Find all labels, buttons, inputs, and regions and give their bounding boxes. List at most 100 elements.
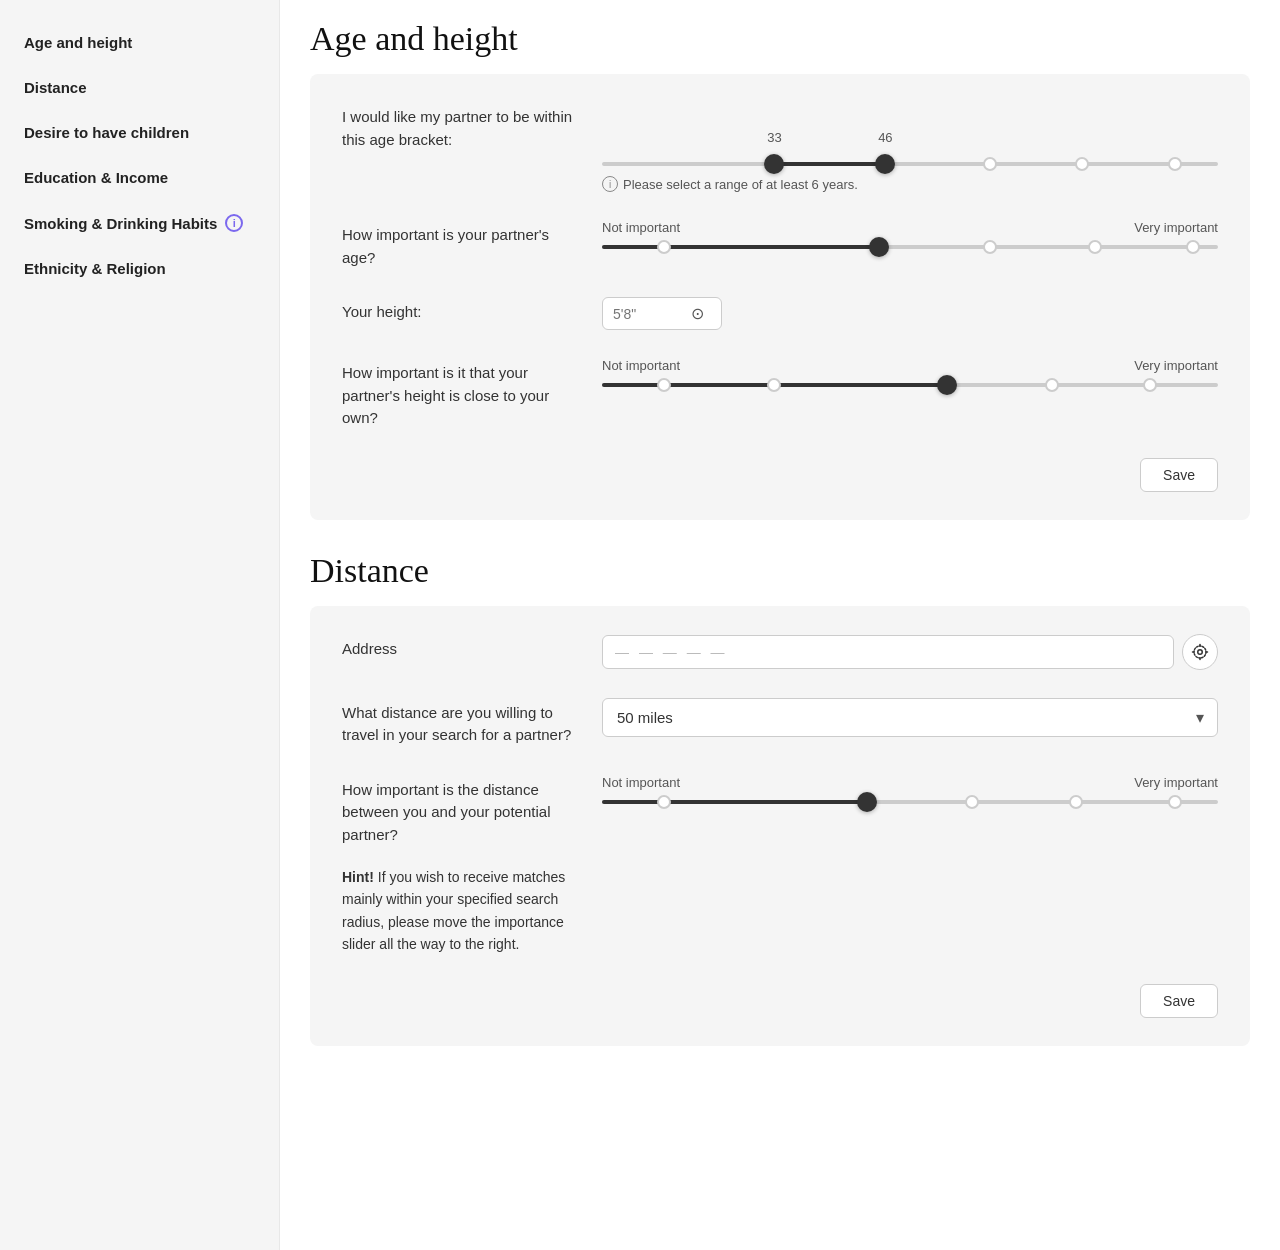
- age-importance-tick-1: [657, 240, 671, 254]
- distance-select[interactable]: 10 miles25 miles50 miles75 miles100 mile…: [602, 698, 1218, 737]
- distance-hint: Hint! If you wish to receive matches mai…: [342, 866, 582, 956]
- location-button[interactable]: [1182, 634, 1218, 670]
- age-tick-2: [1075, 157, 1089, 171]
- hint-bold: Hint!: [342, 869, 374, 885]
- distance-importance-tick-3: [1069, 795, 1083, 809]
- age-bracket-control: 33 46 i Please select a range: [602, 102, 1218, 192]
- age-importance-tick-2: [983, 240, 997, 254]
- sidebar-item-label: Desire to have children: [24, 124, 189, 141]
- address-input[interactable]: [602, 635, 1174, 669]
- distance-select-wrap: 10 miles25 miles50 miles75 miles100 mile…: [602, 698, 1218, 737]
- distance-importance-fill: [602, 800, 867, 804]
- svg-point-1: [1194, 646, 1206, 658]
- address-label: Address: [342, 634, 582, 661]
- sidebar-item-label: Education & Income: [24, 169, 168, 186]
- sidebar-item-ethnicity-religion[interactable]: Ethnicity & Religion: [0, 246, 279, 291]
- distance-importance-tick-4: [1168, 795, 1182, 809]
- distance-importance-track: [602, 800, 1218, 804]
- distance-importance-tick-2: [965, 795, 979, 809]
- sidebar-item-desire-children[interactable]: Desire to have children: [0, 110, 279, 155]
- address-control: [602, 634, 1218, 670]
- distance-select-row: What distance are you willing to travel …: [342, 698, 1218, 747]
- age-max-label: 46: [878, 130, 892, 145]
- sidebar-item-label: Distance: [24, 79, 87, 96]
- age-num-labels: 33 46: [602, 130, 1218, 152]
- distance-title: Distance: [310, 552, 1250, 590]
- age-tick-3: [1168, 157, 1182, 171]
- distance-select-control: 10 miles25 miles50 miles75 miles100 mile…: [602, 698, 1218, 737]
- age-height-card: I would like my partner to be within thi…: [310, 74, 1250, 520]
- distance-importance-labels: Not important Very important: [602, 775, 1218, 790]
- height-not-important-label: Not important: [602, 358, 680, 373]
- distance-importance-control: Not important Very important: [602, 775, 1218, 814]
- height-control: ⊙: [602, 297, 1218, 330]
- age-slider-fill: [774, 162, 885, 166]
- age-bracket-row: I would like my partner to be within thi…: [342, 102, 1218, 192]
- distance-card: Address: [310, 606, 1250, 1046]
- age-importance-labels: Not important Very important: [602, 220, 1218, 235]
- distance-importance-label: How important is the distance between yo…: [342, 775, 582, 956]
- height-importance-thumb[interactable]: [937, 375, 957, 395]
- sidebar-item-education-income[interactable]: Education & Income: [0, 155, 279, 200]
- height-importance-labels: Not important Very important: [602, 358, 1218, 373]
- height-importance-tick-4: [1143, 378, 1157, 392]
- distance-importance-row: How important is the distance between yo…: [342, 775, 1218, 956]
- height-importance-tick-1: [657, 378, 671, 392]
- location-icon: [1191, 643, 1209, 661]
- distance-importance-tick-1: [657, 795, 671, 809]
- age-height-title: Age and height: [310, 20, 1250, 58]
- height-importance-control: Not important Very important: [602, 358, 1218, 397]
- age-importance-tick-4: [1186, 240, 1200, 254]
- very-important-label: Very important: [1134, 220, 1218, 235]
- height-importance-label: How important is it that your partner's …: [342, 358, 582, 430]
- sidebar-item-age-height[interactable]: Age and height: [0, 20, 279, 65]
- age-height-save-button[interactable]: Save: [1140, 458, 1218, 492]
- info-icon[interactable]: i: [225, 214, 243, 232]
- info-circle-icon: i: [602, 176, 618, 192]
- height-importance-tick-2: [767, 378, 781, 392]
- age-importance-thumb[interactable]: [869, 237, 889, 257]
- height-importance-track: [602, 383, 1218, 387]
- hint-body: If you wish to receive matches mainly wi…: [342, 869, 565, 952]
- sidebar-item-label: Ethnicity & Religion: [24, 260, 166, 277]
- height-importance-row: How important is it that your partner's …: [342, 358, 1218, 430]
- sidebar: Age and height Distance Desire to have c…: [0, 0, 280, 1250]
- distance-importance-thumb[interactable]: [857, 792, 877, 812]
- height-importance-tick-3: [1045, 378, 1059, 392]
- age-importance-fill: [602, 245, 879, 249]
- age-importance-label: How important is your partner's age?: [342, 220, 582, 269]
- age-hint-text: Please select a range of at least 6 year…: [623, 177, 858, 192]
- main-content: Age and height I would like my partner t…: [280, 0, 1280, 1250]
- height-input[interactable]: [613, 306, 683, 322]
- sidebar-item-smoking-drinking[interactable]: Smoking & Drinking Habits i: [0, 200, 279, 246]
- age-slider-track: [602, 162, 1218, 166]
- not-important-label: Not important: [602, 220, 680, 235]
- age-slider-thumb-min[interactable]: [764, 154, 784, 174]
- address-wrap: [602, 634, 1218, 670]
- age-height-save-row: Save: [342, 458, 1218, 492]
- age-min-label: 33: [767, 130, 781, 145]
- distance-save-row: Save: [342, 984, 1218, 1018]
- address-row: Address: [342, 634, 1218, 670]
- age-importance-tick-3: [1088, 240, 1102, 254]
- sidebar-item-label: Smoking & Drinking Habits: [24, 215, 217, 232]
- distance-very-important-label: Very important: [1134, 775, 1218, 790]
- age-bracket-label: I would like my partner to be within thi…: [342, 102, 582, 151]
- svg-point-0: [1198, 649, 1203, 654]
- age-importance-track: [602, 245, 1218, 249]
- clock-icon: ⊙: [691, 304, 704, 323]
- age-tick-1: [983, 157, 997, 171]
- distance-save-button[interactable]: Save: [1140, 984, 1218, 1018]
- age-importance-row: How important is your partner's age? Not…: [342, 220, 1218, 269]
- height-input-wrap[interactable]: ⊙: [602, 297, 722, 330]
- age-slider-thumb-max[interactable]: [875, 154, 895, 174]
- sidebar-item-label: Age and height: [24, 34, 132, 51]
- height-row: Your height: ⊙: [342, 297, 1218, 330]
- age-hint: i Please select a range of at least 6 ye…: [602, 176, 1218, 192]
- sidebar-item-distance[interactable]: Distance: [0, 65, 279, 110]
- age-importance-control: Not important Very important: [602, 220, 1218, 259]
- distance-not-important-label: Not important: [602, 775, 680, 790]
- height-very-important-label: Very important: [1134, 358, 1218, 373]
- distance-select-label: What distance are you willing to travel …: [342, 698, 582, 747]
- height-label: Your height:: [342, 297, 582, 324]
